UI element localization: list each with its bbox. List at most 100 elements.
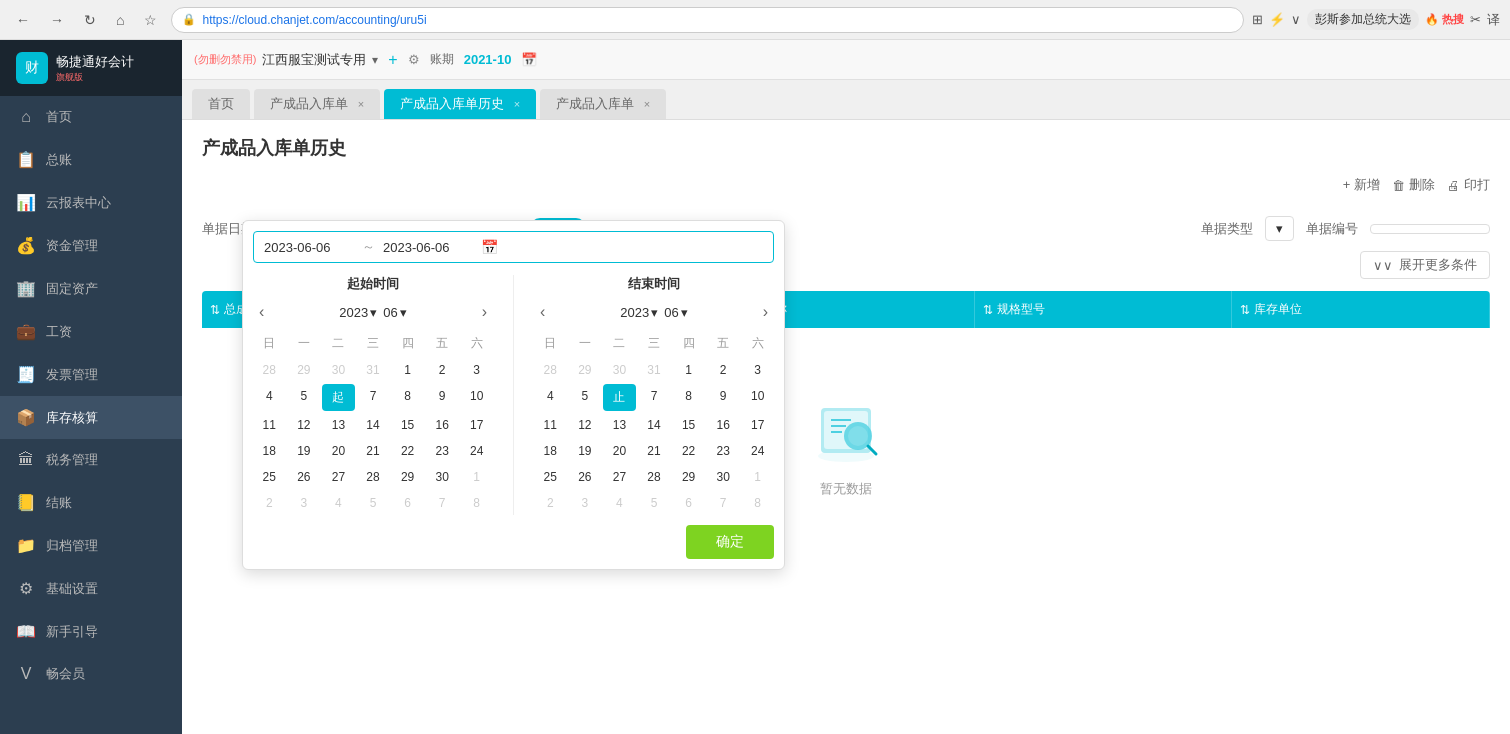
end-day-10[interactable]: 10 (741, 384, 774, 411)
start-day-4b[interactable]: 4 (322, 491, 355, 515)
end-day-2b[interactable]: 2 (534, 491, 567, 515)
expand-more-button[interactable]: ∨∨ 展开更多条件 (1360, 251, 1490, 279)
end-day-18[interactable]: 18 (534, 439, 567, 463)
star-button[interactable]: ☆ (138, 8, 163, 32)
start-day-7b[interactable]: 7 (426, 491, 459, 515)
end-day-31a[interactable]: 31 (638, 358, 671, 382)
start-day-5b[interactable]: 5 (357, 491, 390, 515)
sidebar-item-report-center[interactable]: 📊 云报表中心 (0, 181, 182, 224)
start-day-3b[interactable]: 3 (288, 491, 321, 515)
end-day-23[interactable]: 23 (707, 439, 740, 463)
start-day-5[interactable]: 5 (288, 384, 321, 411)
print-button[interactable]: 🖨 印打 (1447, 176, 1490, 194)
tab-home[interactable]: 首页 (192, 89, 250, 119)
add-button[interactable]: + 新增 (1343, 176, 1380, 194)
start-day-30[interactable]: 30 (426, 465, 459, 489)
tab-product-inbound-2[interactable]: 产成品入库单 × (540, 89, 666, 119)
address-bar[interactable]: 🔒 https://cloud.chanjet.com/accounting/u… (171, 7, 1243, 33)
forward-button[interactable]: → (44, 8, 70, 32)
end-day-7b[interactable]: 7 (707, 491, 740, 515)
start-day-24[interactable]: 24 (460, 439, 493, 463)
start-day-11[interactable]: 11 (253, 413, 286, 437)
end-day-20[interactable]: 20 (603, 439, 636, 463)
delete-button[interactable]: 🗑 删除 (1392, 176, 1435, 194)
end-day-30[interactable]: 30 (707, 465, 740, 489)
calendar-picker-icon[interactable]: 📅 (481, 239, 498, 255)
end-day-19[interactable]: 19 (569, 439, 602, 463)
start-day-13[interactable]: 13 (322, 413, 355, 437)
end-day-6b[interactable]: 6 (672, 491, 705, 515)
back-button[interactable]: ← (10, 8, 36, 32)
start-day-10[interactable]: 10 (460, 384, 493, 411)
start-day-8b[interactable]: 8 (460, 491, 493, 515)
sidebar-item-member[interactable]: V 畅会员 (0, 653, 182, 695)
sidebar-item-payroll[interactable]: 💼 工资 (0, 310, 182, 353)
start-day-19[interactable]: 19 (288, 439, 321, 463)
sidebar-item-tax[interactable]: 🏛 税务管理 (0, 439, 182, 481)
start-year-button[interactable]: 2023 ▾ (339, 305, 377, 320)
end-day-4b[interactable]: 4 (603, 491, 636, 515)
start-day-17[interactable]: 17 (460, 413, 493, 437)
sidebar-item-fixed-assets[interactable]: 🏢 固定资产 (0, 267, 182, 310)
end-day-8[interactable]: 8 (672, 384, 705, 411)
start-day-7[interactable]: 7 (357, 384, 390, 411)
end-day-12[interactable]: 12 (569, 413, 602, 437)
start-day-6b[interactable]: 6 (391, 491, 424, 515)
start-day-25[interactable]: 25 (253, 465, 286, 489)
end-day-7[interactable]: 7 (638, 384, 671, 411)
start-date-input[interactable] (264, 240, 354, 255)
end-month-button[interactable]: 06 ▾ (664, 305, 687, 320)
start-day-2[interactable]: 2 (426, 358, 459, 382)
start-day-20[interactable]: 20 (322, 439, 355, 463)
home-button[interactable]: ⌂ (110, 8, 130, 32)
doc-type-select[interactable]: ▾ (1265, 216, 1294, 241)
sidebar-item-fund-management[interactable]: 💰 资金管理 (0, 224, 182, 267)
end-day-24[interactable]: 24 (741, 439, 774, 463)
start-day-1b[interactable]: 1 (460, 465, 493, 489)
start-day-29a[interactable]: 29 (288, 358, 321, 382)
end-day-3[interactable]: 3 (741, 358, 774, 382)
end-day-5b[interactable]: 5 (638, 491, 671, 515)
end-day-17[interactable]: 17 (741, 413, 774, 437)
end-day-4[interactable]: 4 (534, 384, 567, 411)
end-day-14[interactable]: 14 (638, 413, 671, 437)
sidebar-item-general-ledger[interactable]: 📋 总账 (0, 138, 182, 181)
end-day-28a[interactable]: 28 (534, 358, 567, 382)
end-date-input[interactable] (383, 240, 473, 255)
start-day-12[interactable]: 12 (288, 413, 321, 437)
end-day-27[interactable]: 27 (603, 465, 636, 489)
tab-product-inbound[interactable]: 产成品入库单 × (254, 89, 380, 119)
start-day-26[interactable]: 26 (288, 465, 321, 489)
end-day-30a[interactable]: 30 (603, 358, 636, 382)
end-day-29b[interactable]: 29 (672, 465, 705, 489)
start-day-21[interactable]: 21 (357, 439, 390, 463)
sidebar-item-closing[interactable]: 📒 结账 (0, 481, 182, 524)
tab-product-inbound-2-close[interactable]: × (644, 98, 650, 110)
start-next-button[interactable]: › (476, 301, 493, 323)
refresh-button[interactable]: ↻ (78, 8, 102, 32)
start-day-31a[interactable]: 31 (357, 358, 390, 382)
sidebar-item-home[interactable]: ⌂ 首页 (0, 96, 182, 138)
start-day-27[interactable]: 27 (322, 465, 355, 489)
end-day-26[interactable]: 26 (569, 465, 602, 489)
start-prev-button[interactable]: ‹ (253, 301, 270, 323)
th-spec[interactable]: ⇅ 规格型号 (975, 291, 1233, 328)
sidebar-item-inventory[interactable]: 📦 库存核算 (0, 396, 182, 439)
start-day-4[interactable]: 4 (253, 384, 286, 411)
end-day-13[interactable]: 13 (603, 413, 636, 437)
tab-product-inbound-close[interactable]: × (358, 98, 364, 110)
confirm-button[interactable]: 确定 (686, 525, 774, 559)
end-day-2[interactable]: 2 (707, 358, 740, 382)
end-day-15[interactable]: 15 (672, 413, 705, 437)
start-day-2b[interactable]: 2 (253, 491, 286, 515)
doc-no-input[interactable] (1370, 224, 1490, 234)
sidebar-item-archive[interactable]: 📁 归档管理 (0, 524, 182, 567)
start-day-8[interactable]: 8 (391, 384, 424, 411)
end-prev-button[interactable]: ‹ (534, 301, 551, 323)
end-day-11[interactable]: 11 (534, 413, 567, 437)
end-day-21[interactable]: 21 (638, 439, 671, 463)
tab-product-inbound-history[interactable]: 产成品入库单历史 × (384, 89, 536, 119)
start-day-28b[interactable]: 28 (357, 465, 390, 489)
add-company-icon[interactable]: + (388, 51, 397, 69)
start-day-3[interactable]: 3 (460, 358, 493, 382)
